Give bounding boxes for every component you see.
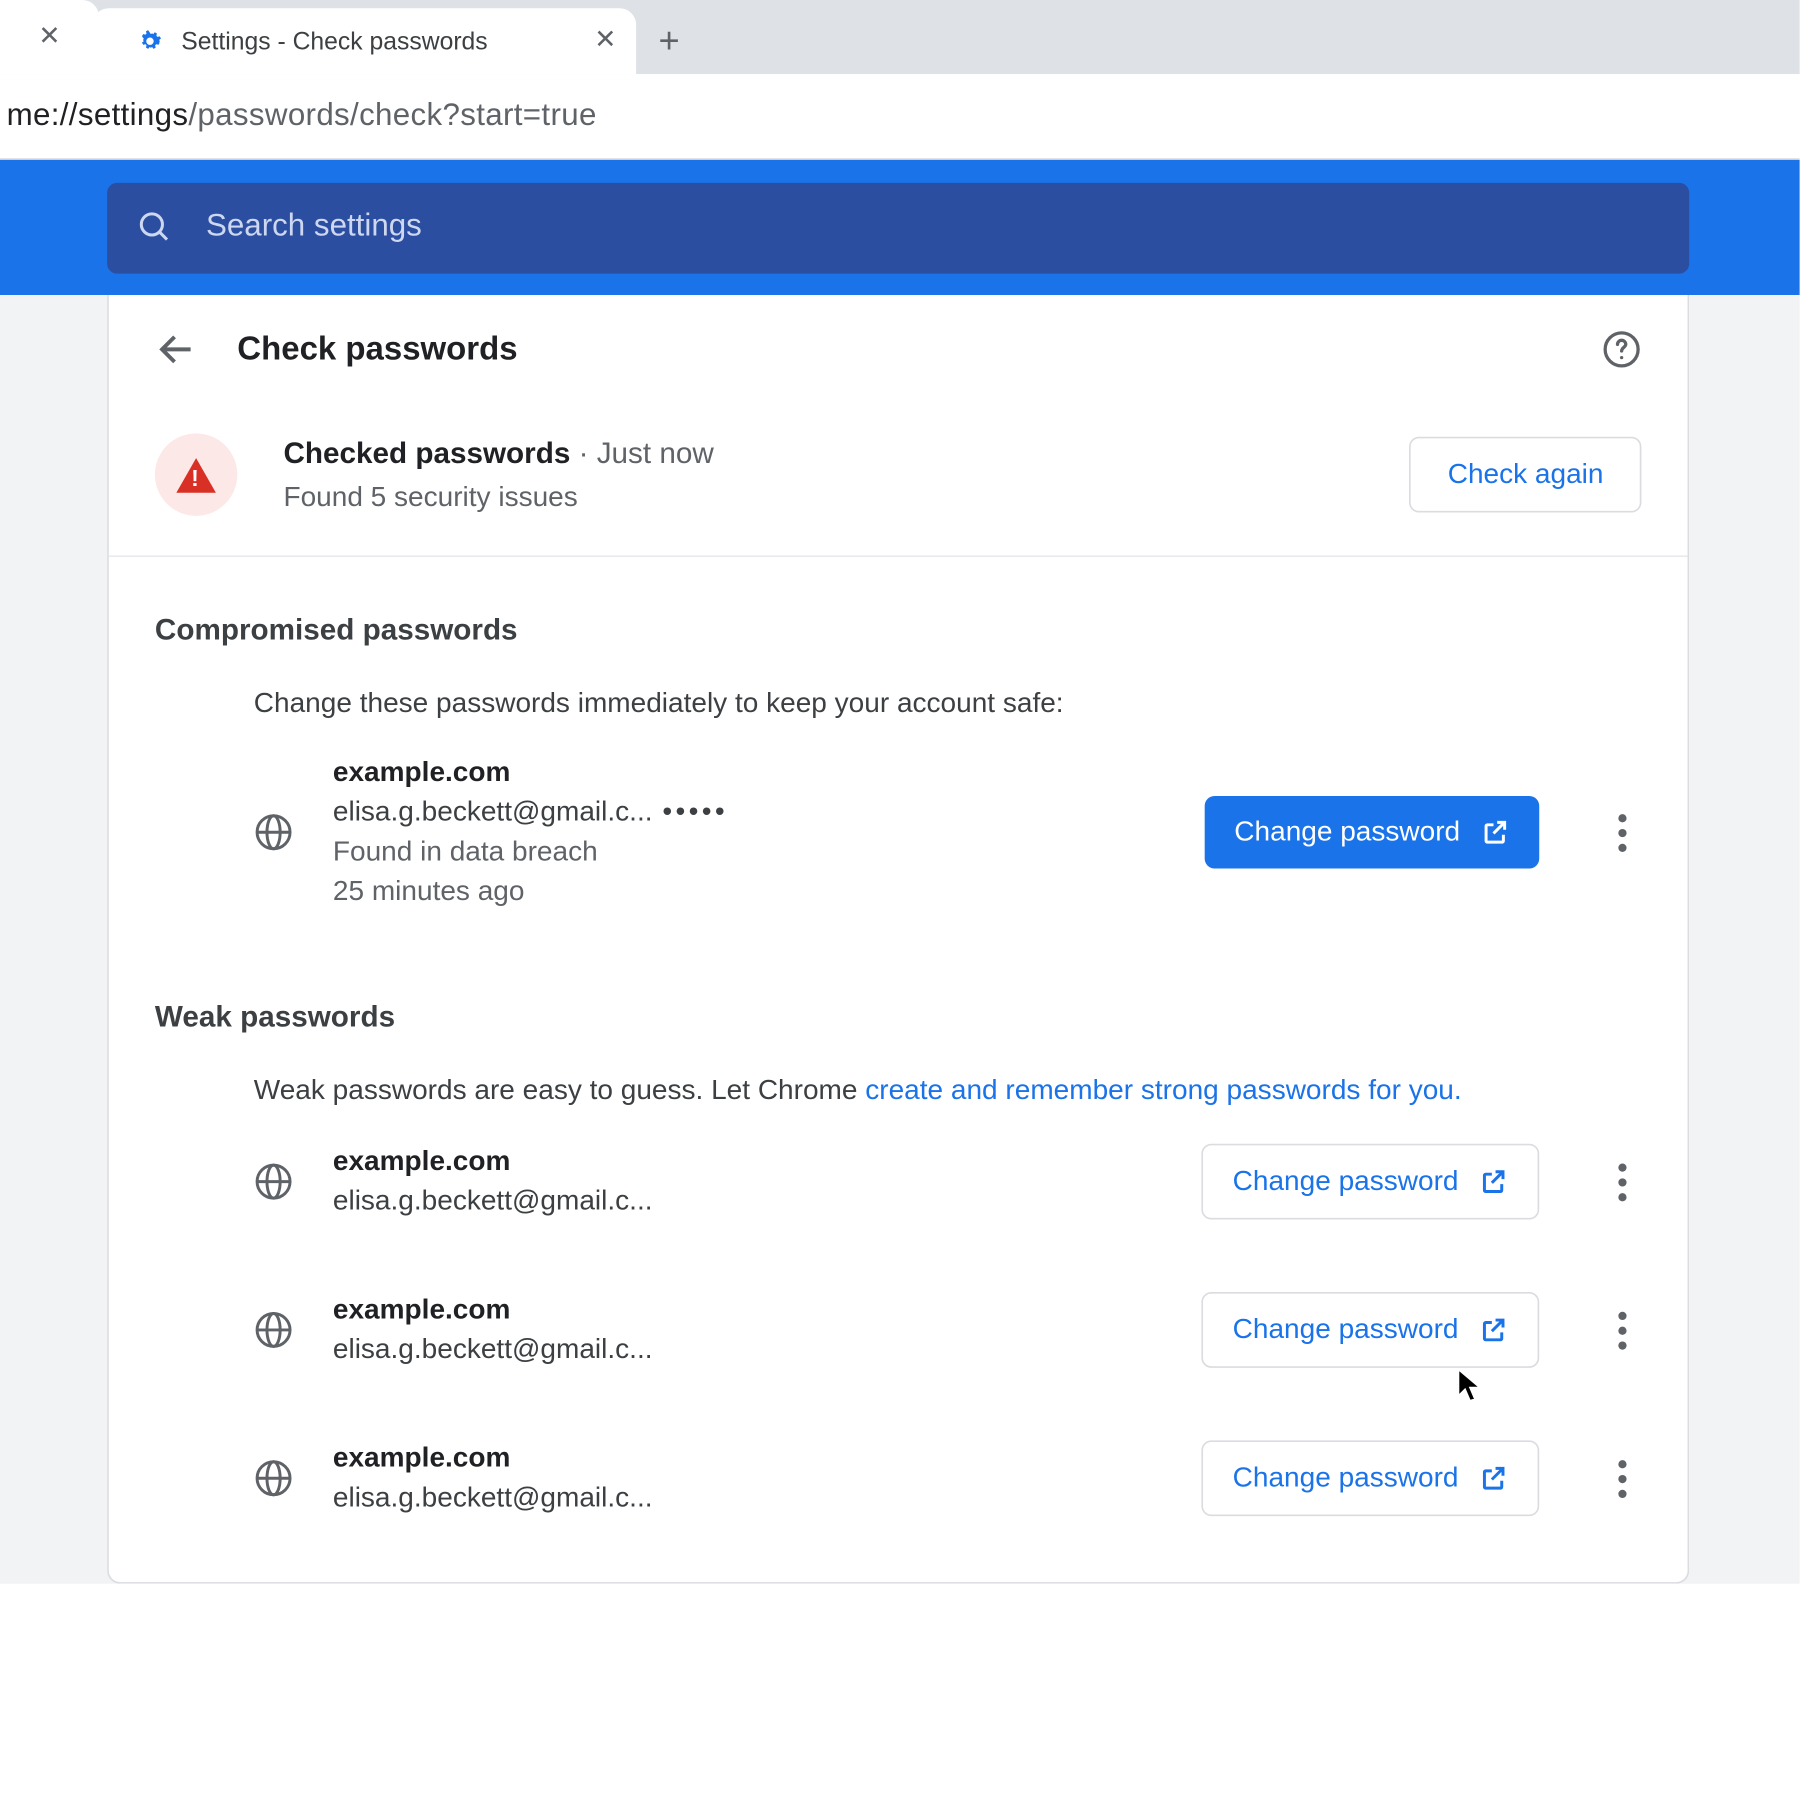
external-link-icon [1478,1463,1508,1493]
compromised-item: example.com elisa.g.beckett@gmail.c...••… [109,720,1688,944]
gear-icon [135,26,165,56]
search-settings[interactable] [107,182,1689,273]
help-icon[interactable] [1602,330,1642,370]
status-time: Just now [597,436,714,469]
search-icon [137,209,173,245]
password-dots: ••••• [662,796,728,827]
more-menu-button[interactable] [1602,813,1642,851]
change-password-button[interactable]: Change password [1201,1144,1539,1220]
check-again-button[interactable]: Check again [1410,437,1642,513]
search-input[interactable] [206,209,1660,245]
globe-icon [254,1458,294,1498]
page-title: Check passwords [237,330,1562,368]
breach-reason: Found in data breach [333,836,1165,869]
change-password-button[interactable]: Change password [1205,796,1540,869]
new-tab-button[interactable]: + [636,8,702,74]
status-row: Checked passwords · Just now Found 5 sec… [109,400,1688,557]
more-menu-button[interactable] [1602,1459,1642,1497]
external-link-icon [1478,1315,1508,1345]
site-name: example.com [333,1442,1162,1475]
username: elisa.g.beckett@gmail.c... [333,1482,1162,1515]
more-menu-button[interactable] [1602,1311,1642,1349]
card-header: Check passwords [109,295,1688,400]
weak-item: example.com elisa.g.beckett@gmail.c... C… [109,1256,1688,1404]
external-link-icon [1478,1167,1508,1197]
weak-item: example.com elisa.g.beckett@gmail.c... C… [109,1107,1688,1255]
breach-time: 25 minutes ago [333,875,1165,908]
site-name: example.com [333,1145,1162,1178]
settings-header [0,160,1800,295]
weak-item: example.com elisa.g.beckett@gmail.c... C… [109,1404,1688,1516]
previous-tab[interactable]: ✕ [0,0,99,74]
change-password-button[interactable]: Change password [1201,1292,1539,1368]
external-link-icon [1480,817,1510,847]
close-icon[interactable]: ✕ [38,24,60,50]
warning-icon [155,433,237,515]
active-tab[interactable]: Settings - Check passwords ✕ [92,8,636,74]
plus-icon: + [658,20,679,63]
change-password-button[interactable]: Change password [1201,1440,1539,1516]
status-detail: Found 5 security issues [283,480,713,513]
content-card: Check passwords Checked passwords · Just… [107,295,1689,1584]
address-bar[interactable]: me://settings/passwords/check?start=true [0,74,1800,160]
close-icon[interactable]: ✕ [594,28,616,54]
globe-icon [254,1310,294,1350]
username: elisa.g.beckett@gmail.c... [333,1333,1162,1366]
username: elisa.g.beckett@gmail.c...••••• [333,796,1165,829]
tab-title: Settings - Check passwords [181,27,577,55]
globe-icon [254,812,294,852]
weak-title: Weak passwords [109,944,1688,1035]
status-heading: Checked passwords [283,436,570,469]
compromised-subtitle: Change these passwords immediately to ke… [109,648,1688,721]
compromised-title: Compromised passwords [109,557,1688,648]
globe-icon [254,1162,294,1202]
browser-tabstrip: ✕ Settings - Check passwords ✕ + [0,0,1800,74]
back-arrow-icon[interactable] [155,328,198,371]
page-body: Check passwords Checked passwords · Just… [0,295,1800,1584]
site-name: example.com [333,756,1165,789]
more-menu-button[interactable] [1602,1163,1642,1201]
url-text: me://settings/passwords/check?start=true [7,98,597,134]
weak-subtitle: Weak passwords are easy to guess. Let Ch… [109,1035,1688,1108]
username: elisa.g.beckett@gmail.c... [333,1185,1162,1218]
strong-passwords-link[interactable]: create and remember strong passwords for… [865,1074,1461,1105]
status-text: Checked passwords · Just now Found 5 sec… [283,436,713,513]
site-name: example.com [333,1294,1162,1327]
